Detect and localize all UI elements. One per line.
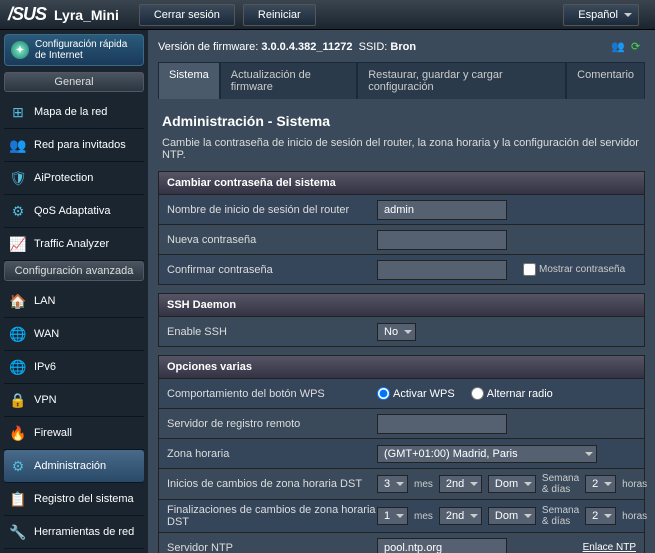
model-name: Lyra_Mini <box>54 7 119 23</box>
row-dst-end: Finalizaciones de cambios de zona horari… <box>158 500 645 533</box>
nav-icon: 🔒 <box>8 390 28 410</box>
status-icon[interactable]: ⟳ <box>631 40 645 54</box>
dst-start-week[interactable]: 2nd <box>439 475 482 493</box>
ssid-value: Bron <box>390 41 416 53</box>
group-misc-header: Opciones varias <box>158 355 645 379</box>
language-dropdown[interactable]: Español <box>563 4 639 26</box>
dst-end-month[interactable]: 1 <box>377 507 408 525</box>
nav-label: Administración <box>34 460 106 472</box>
wps-toggle-radio[interactable]: Alternar radio <box>471 387 553 400</box>
nav-label: Registro del sistema <box>34 493 134 505</box>
dst-start-day[interactable]: Dom <box>488 475 536 493</box>
syslog-input[interactable] <box>377 414 507 434</box>
row-dst-start: Inicios de cambios de zona horaria DST 3… <box>158 469 645 500</box>
nav-icon: 🏠 <box>8 291 28 311</box>
nav-icon: 🔧 <box>8 522 28 542</box>
group-ssh-header: SSH Daemon <box>158 293 645 317</box>
dst-start-hour[interactable]: 2 <box>585 475 616 493</box>
nav-label: WAN <box>34 328 59 340</box>
nav-label: LAN <box>34 295 55 307</box>
nav-icon: 🛡 <box>8 168 28 188</box>
brand-logo: /SUS <box>8 4 46 25</box>
nav-icon: ⊞ <box>8 102 28 122</box>
row-confirm-password: Confirmar contraseña Mostrar contraseña <box>158 255 645 285</box>
timezone-select[interactable]: (GMT+01:00) Madrid, Paris <box>377 445 597 463</box>
nav-icon: 🔥 <box>8 423 28 443</box>
sidebar: ✦ Configuración rápida de Internet Gener… <box>0 30 148 553</box>
tab-firmware-update[interactable]: Actualización de firmware <box>220 62 357 99</box>
tab-comment[interactable]: Comentario <box>566 62 645 99</box>
sidebar-section-advanced: Configuración avanzada <box>4 261 144 281</box>
nav-icon: 📋 <box>8 489 28 509</box>
nav-icon: ⚙ <box>8 456 28 476</box>
sidebar-item[interactable]: 🛡 AiProtection <box>4 162 144 195</box>
dst-start-month[interactable]: 3 <box>377 475 408 493</box>
tabs: Sistema Actualización de firmware Restau… <box>158 62 645 99</box>
ntp-server-input[interactable] <box>377 538 507 553</box>
sidebar-item[interactable]: 👥 Red para invitados <box>4 129 144 162</box>
sidebar-item[interactable]: ⚙ Administración <box>4 450 144 483</box>
nav-label: AiProtection <box>34 172 93 184</box>
nav-label: Firewall <box>34 427 72 439</box>
confirm-password-input[interactable] <box>377 260 507 280</box>
fw-version: 3.0.0.4.382_11272 <box>261 41 352 53</box>
chevron-down-icon <box>624 13 632 17</box>
magic-wand-icon: ✦ <box>11 41 29 59</box>
sidebar-item[interactable]: 🌐 WAN <box>4 318 144 351</box>
sidebar-item[interactable]: 🌐 IPv6 <box>4 351 144 384</box>
main-panel: Versión de firmware: 3.0.0.4.382_11272 S… <box>148 30 655 553</box>
row-wps: Comportamiento del botón WPS Activar WPS… <box>158 379 645 409</box>
sidebar-item[interactable]: 🔒 VPN <box>4 384 144 417</box>
dst-end-week[interactable]: 2nd <box>439 507 482 525</box>
quick-internet-setup[interactable]: ✦ Configuración rápida de Internet <box>4 34 144 66</box>
fw-label: Versión de firmware: <box>158 41 258 53</box>
row-ntp: Servidor NTP Enlace NTP <box>158 533 645 553</box>
dst-end-day[interactable]: Dom <box>488 507 536 525</box>
new-password-input[interactable] <box>377 230 507 250</box>
row-new-password: Nueva contraseña <box>158 225 645 255</box>
page-description: Cambie la contraseña de inicio de sesión… <box>158 137 645 171</box>
nav-label: Red para invitados <box>34 139 126 151</box>
row-syslog: Servidor de registro remoto <box>158 409 645 439</box>
quick-setup-label: Configuración rápida de Internet <box>35 39 137 61</box>
nav-label: Mapa de la red <box>34 106 107 118</box>
nav-label: Traffic Analyzer <box>34 238 109 250</box>
enable-ssh-select[interactable]: No <box>377 323 416 341</box>
ssid-label: SSID: <box>359 41 388 53</box>
sidebar-section-general: General <box>4 72 144 92</box>
page-title: Administración - Sistema <box>158 99 645 137</box>
wps-activate-radio[interactable]: Activar WPS <box>377 387 455 400</box>
row-router-login: Nombre de inicio de sesión del router <box>158 195 645 225</box>
row-enable-ssh: Enable SSH No <box>158 317 645 347</box>
row-timezone: Zona horaria (GMT+01:00) Madrid, Paris <box>158 439 645 469</box>
reboot-button[interactable]: Reiniciar <box>243 4 316 26</box>
tab-system[interactable]: Sistema <box>158 62 220 99</box>
nav-icon: 📈 <box>8 234 28 254</box>
sidebar-item[interactable]: ⊞ Mapa de la red <box>4 96 144 129</box>
sidebar-item[interactable]: 📈 Traffic Analyzer <box>4 228 144 261</box>
firmware-bar: Versión de firmware: 3.0.0.4.382_11272 S… <box>158 36 645 58</box>
logout-button[interactable]: Cerrar sesión <box>139 4 235 26</box>
sidebar-item[interactable]: 🔥 Firewall <box>4 417 144 450</box>
sidebar-item[interactable]: 🏠 LAN <box>4 285 144 318</box>
nav-label: QoS Adaptativa <box>34 205 110 217</box>
nav-icon: 🌐 <box>8 357 28 377</box>
sidebar-item[interactable]: ⚙ QoS Adaptativa <box>4 195 144 228</box>
ntp-link[interactable]: Enlace NTP <box>583 542 636 553</box>
nav-icon: ⚙ <box>8 201 28 221</box>
users-icon[interactable]: 👥 <box>611 40 625 54</box>
topbar: /SUS Lyra_Mini Cerrar sesión Reiniciar E… <box>0 0 655 30</box>
sidebar-item[interactable]: 📋 Registro del sistema <box>4 483 144 516</box>
group-password-header: Cambiar contraseña del sistema <box>158 171 645 195</box>
nav-label: IPv6 <box>34 361 56 373</box>
nav-icon: 🌐 <box>8 324 28 344</box>
router-login-input[interactable] <box>377 200 507 220</box>
tab-restore[interactable]: Restaurar, guardar y cargar configuració… <box>357 62 566 99</box>
sidebar-item[interactable]: 🔧 Herramientas de red <box>4 516 144 549</box>
dst-end-hour[interactable]: 2 <box>585 507 616 525</box>
nav-label: VPN <box>34 394 57 406</box>
nav-label: Herramientas de red <box>34 526 134 538</box>
show-password-checkbox[interactable]: Mostrar contraseña <box>523 263 625 276</box>
nav-icon: 👥 <box>8 135 28 155</box>
